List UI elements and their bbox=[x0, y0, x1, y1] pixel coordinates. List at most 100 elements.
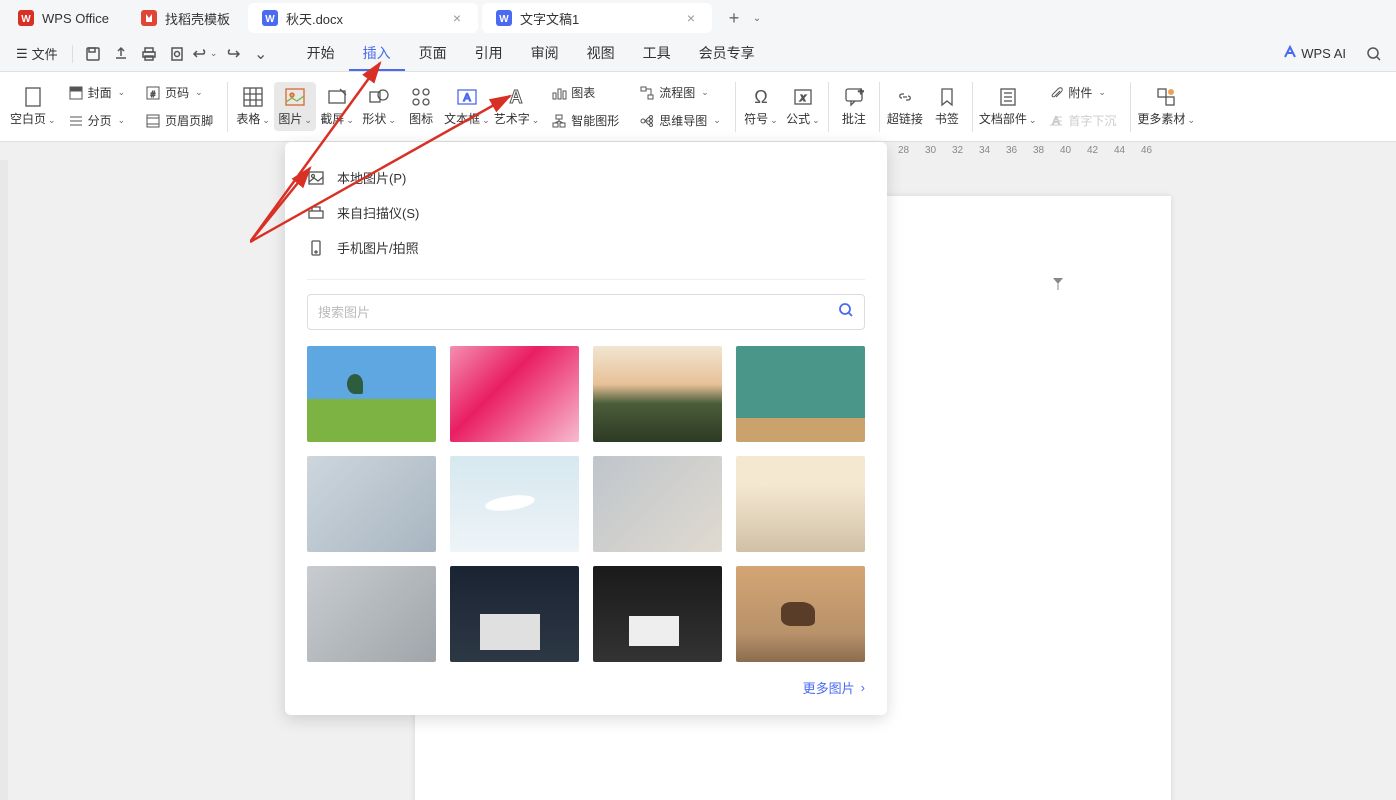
icons-button[interactable]: 图标 bbox=[400, 82, 442, 131]
redo-button[interactable] bbox=[219, 40, 247, 68]
svg-text:W: W bbox=[265, 14, 275, 25]
tab-view[interactable]: 视图 bbox=[573, 37, 629, 71]
more-images-link[interactable]: 更多图片 › bbox=[285, 662, 887, 697]
hyperlink-icon bbox=[894, 86, 916, 108]
stock-image-windmills[interactable] bbox=[593, 346, 722, 442]
tab-page[interactable]: 页面 bbox=[405, 37, 461, 71]
tab-label: 秋天.docx bbox=[286, 9, 343, 28]
tab-references[interactable]: 引用 bbox=[461, 37, 517, 71]
stock-image-cheering[interactable] bbox=[450, 566, 579, 662]
tab-document-2[interactable]: W 文字文稿1 × bbox=[482, 3, 712, 33]
blank-page-button[interactable]: 空白页⌄ bbox=[8, 82, 58, 131]
screenshot-button[interactable]: 截屏⌄ bbox=[316, 82, 358, 131]
add-tab-menu[interactable]: ⌄ bbox=[750, 13, 764, 24]
save-icon[interactable] bbox=[79, 40, 107, 68]
blank-page-icon bbox=[22, 86, 44, 108]
chart-button[interactable]: 图表 bbox=[547, 80, 623, 106]
stock-image-hands[interactable] bbox=[307, 566, 436, 662]
search-input[interactable] bbox=[318, 305, 838, 320]
undo-button[interactable]: ⌄ bbox=[191, 40, 219, 68]
symbol-button[interactable]: Ω 符号⌄ bbox=[740, 82, 782, 131]
label: 符号 bbox=[744, 112, 768, 126]
docparts-button[interactable]: 文档部件⌄ bbox=[977, 82, 1039, 131]
wps-ai-button[interactable]: WPS AI bbox=[1277, 45, 1352, 62]
header-footer-button[interactable]: 页眉页脚 bbox=[141, 108, 217, 134]
file-menu[interactable]: ☰ 文件 bbox=[8, 44, 66, 63]
smartart-icon bbox=[551, 113, 567, 129]
break-button[interactable]: 分页⌄ bbox=[64, 108, 130, 134]
insert-ribbon: 空白页⌄ 封面⌄ 分页⌄ #页码⌄ 页眉页脚 表格⌄ 图片⌄ 截屏⌄ 形状⌄ 图… bbox=[0, 72, 1396, 142]
print-icon[interactable] bbox=[135, 40, 163, 68]
cover-button[interactable]: 封面⌄ bbox=[64, 80, 130, 106]
file-label: 文件 bbox=[32, 44, 58, 63]
shapes-button[interactable]: 形状⌄ bbox=[358, 82, 400, 131]
equation-button[interactable]: x 公式⌄ bbox=[782, 82, 824, 131]
wps-ai-label: WPS AI bbox=[1301, 46, 1346, 61]
tab-templates[interactable]: 找稻壳模板 bbox=[127, 3, 244, 33]
cursor-indicator bbox=[1053, 278, 1063, 290]
divider bbox=[307, 279, 865, 280]
more-materials-button[interactable]: 更多素材⌄ bbox=[1135, 82, 1197, 131]
stock-image-phone[interactable] bbox=[307, 456, 436, 552]
attachment-button[interactable]: 附件⌄ bbox=[1044, 80, 1120, 106]
stock-image-airplane[interactable] bbox=[450, 456, 579, 552]
add-tab-button[interactable]: + bbox=[722, 6, 746, 30]
close-icon[interactable]: × bbox=[450, 11, 464, 25]
dropcap-button: A首字下沉 bbox=[1044, 108, 1120, 134]
phone-picture-item[interactable]: 手机图片/拍照 bbox=[285, 230, 887, 265]
close-icon[interactable]: × bbox=[684, 11, 698, 25]
label: 图标 bbox=[409, 110, 433, 127]
tab-document-1[interactable]: W 秋天.docx × bbox=[248, 3, 478, 33]
local-picture-item[interactable]: 本地图片(P) bbox=[285, 160, 887, 195]
tab-wps-office[interactable]: W WPS Office bbox=[4, 3, 123, 33]
paperclip-icon bbox=[1048, 85, 1064, 101]
label: 更多素材 bbox=[1137, 112, 1185, 126]
tab-home[interactable]: 开始 bbox=[293, 37, 349, 71]
stock-image-chalkboard[interactable] bbox=[736, 346, 865, 442]
table-button[interactable]: 表格⌄ bbox=[232, 82, 274, 131]
ruler-tick: 42 bbox=[1087, 145, 1098, 156]
ruler-tick: 34 bbox=[979, 145, 990, 156]
label: 页眉页脚 bbox=[165, 112, 213, 129]
label: 智能图形 bbox=[571, 112, 619, 129]
from-scanner-item[interactable]: 来自扫描仪(S) bbox=[285, 195, 887, 230]
cover-icon bbox=[68, 85, 84, 101]
tab-label: WPS Office bbox=[42, 11, 109, 26]
page-number-button[interactable]: #页码⌄ bbox=[141, 80, 217, 106]
wps-logo-icon: W bbox=[18, 10, 34, 26]
tab-label: 文字文稿1 bbox=[520, 9, 579, 28]
tab-insert[interactable]: 插入 bbox=[349, 37, 405, 71]
separator bbox=[227, 82, 228, 132]
mindmap-button[interactable]: 思维导图⌄ bbox=[635, 108, 725, 134]
textbox-button[interactable]: A 文本框⌄ bbox=[442, 82, 492, 131]
flowchart-button[interactable]: 流程图⌄ bbox=[635, 80, 725, 106]
wordart-button[interactable]: A 艺术字⌄ bbox=[492, 82, 542, 131]
tab-tools[interactable]: 工具 bbox=[629, 37, 685, 71]
more-quick-access[interactable]: ⌄ bbox=[247, 40, 275, 68]
stock-image-gym[interactable] bbox=[736, 456, 865, 552]
svg-text:#: # bbox=[151, 90, 156, 99]
comment-button[interactable]: + 批注 bbox=[833, 82, 875, 131]
label: 文档部件 bbox=[979, 112, 1027, 126]
stock-image-horse[interactable] bbox=[736, 566, 865, 662]
hyperlink-button[interactable]: 超链接 bbox=[884, 82, 926, 131]
search-button[interactable] bbox=[1360, 40, 1388, 68]
ruler-tick: 44 bbox=[1114, 145, 1125, 156]
search-icon[interactable] bbox=[838, 302, 854, 323]
tab-member[interactable]: 会员专享 bbox=[685, 37, 769, 71]
export-icon[interactable] bbox=[107, 40, 135, 68]
bookmark-button[interactable]: 书签 bbox=[926, 82, 968, 131]
picture-button[interactable]: 图片⌄ bbox=[274, 82, 316, 131]
tab-review[interactable]: 审阅 bbox=[517, 37, 573, 71]
mindmap-icon bbox=[639, 113, 655, 129]
print-preview-icon[interactable] bbox=[163, 40, 191, 68]
stock-image-tulips[interactable] bbox=[450, 346, 579, 442]
label: 形状 bbox=[362, 112, 386, 126]
stock-image-signing[interactable] bbox=[593, 456, 722, 552]
stock-image-tree[interactable] bbox=[307, 346, 436, 442]
ruler-tick: 38 bbox=[1033, 145, 1044, 156]
stock-image-thinking[interactable] bbox=[593, 566, 722, 662]
smartart-button[interactable]: 智能图形 bbox=[547, 108, 623, 134]
search-images-field[interactable] bbox=[307, 294, 865, 330]
vertical-ruler bbox=[0, 160, 8, 800]
